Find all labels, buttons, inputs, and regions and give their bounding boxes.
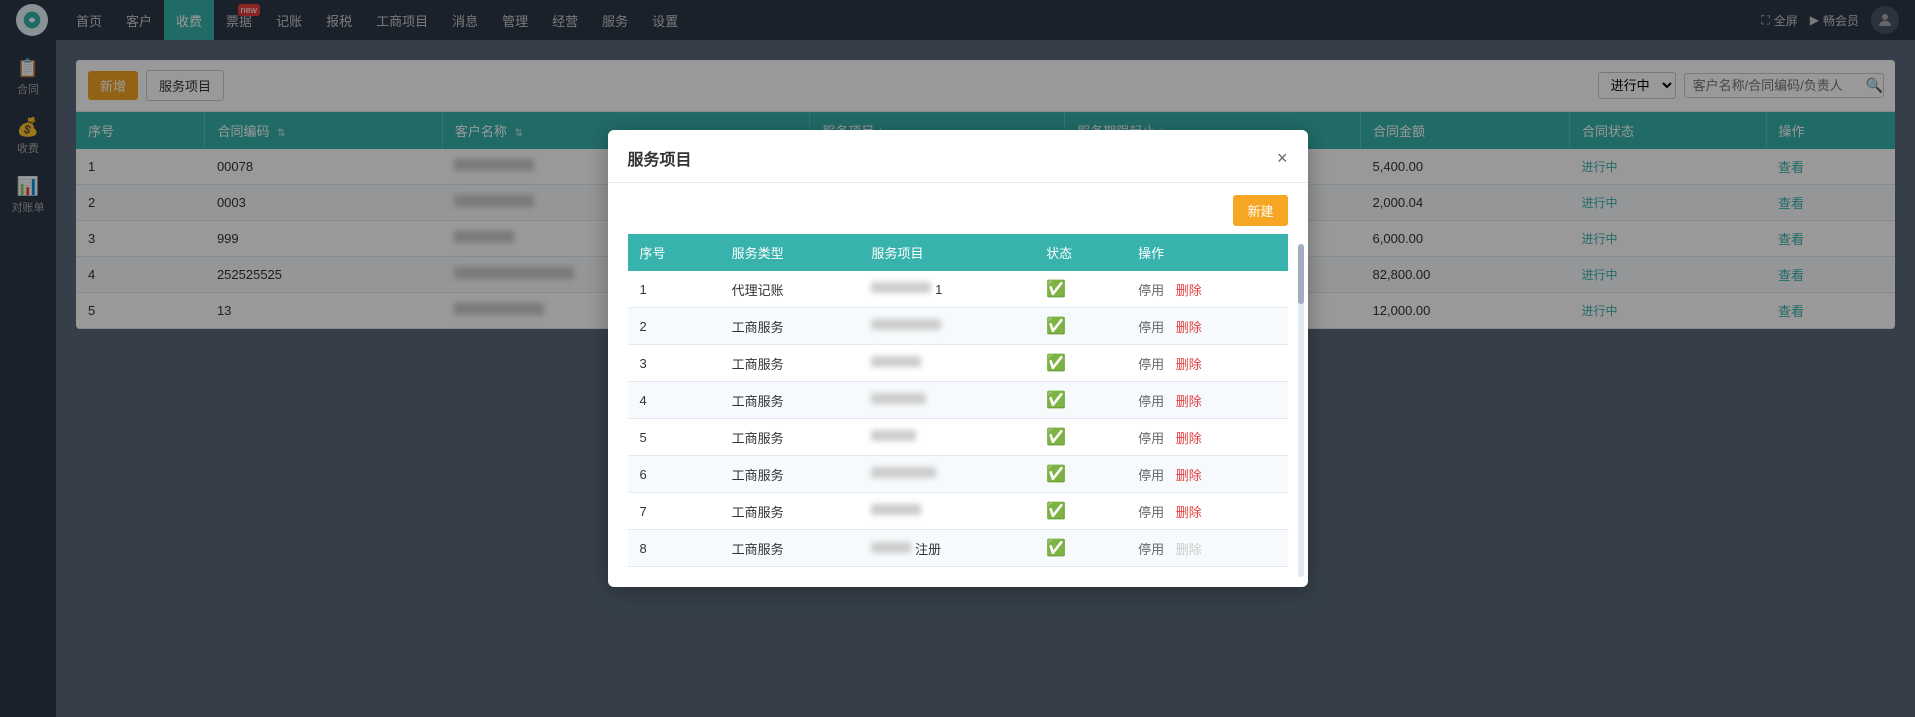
service-row-6: 6 工商服务 ✅ 停用 删除 bbox=[628, 456, 1288, 493]
service-table-header: 序号 服务类型 服务项目 状态 操作 bbox=[628, 234, 1288, 271]
service-row-2: 2 工商服务 ✅ 停用 删除 bbox=[628, 308, 1288, 345]
modal-col-seq: 序号 bbox=[628, 234, 720, 271]
modal-scrollbar-track[interactable] bbox=[1298, 244, 1304, 577]
stop-btn-2[interactable]: 停用 bbox=[1138, 320, 1164, 335]
service-row-4: 4 工商服务 ✅ 停用 删除 bbox=[628, 382, 1288, 419]
stop-btn-6[interactable]: 停用 bbox=[1138, 468, 1164, 483]
modal-scrollbar-thumb[interactable] bbox=[1298, 244, 1304, 304]
service-row-1: 1 代理记账 1 ✅ 停用 删除 bbox=[628, 271, 1288, 308]
delete-btn-4[interactable]: 删除 bbox=[1176, 394, 1202, 409]
service-table-body: 1 代理记账 1 ✅ 停用 删除 2 工商服务 bbox=[628, 271, 1288, 567]
modal-overlay[interactable]: 服务项目 × 新建 序号 服务类型 服务项目 状态 操作 bbox=[0, 0, 1915, 717]
delete-btn-8[interactable]: 删除 bbox=[1176, 542, 1202, 557]
modal-header: 服务项目 × bbox=[608, 130, 1308, 183]
service-row-3: 3 工商服务 ✅ 停用 删除 bbox=[628, 345, 1288, 382]
service-table: 序号 服务类型 服务项目 状态 操作 1 代理记账 1 ✅ bbox=[628, 234, 1288, 567]
delete-btn-2[interactable]: 删除 bbox=[1176, 320, 1202, 335]
delete-btn-3[interactable]: 删除 bbox=[1176, 357, 1202, 372]
stop-btn-1[interactable]: 停用 bbox=[1138, 283, 1164, 298]
stop-btn-5[interactable]: 停用 bbox=[1138, 431, 1164, 446]
modal-title: 服务项目 bbox=[628, 146, 692, 170]
service-row-8: 8 工商服务 注册 ✅ 停用 删除 bbox=[628, 530, 1288, 567]
stop-btn-4[interactable]: 停用 bbox=[1138, 394, 1164, 409]
modal-col-item: 服务项目 bbox=[859, 234, 1034, 271]
modal-close-btn[interactable]: × bbox=[1277, 149, 1288, 167]
stop-btn-3[interactable]: 停用 bbox=[1138, 357, 1164, 372]
stop-btn-7[interactable]: 停用 bbox=[1138, 505, 1164, 520]
service-row-5: 5 工商服务 ✅ 停用 删除 bbox=[628, 419, 1288, 456]
delete-btn-5[interactable]: 删除 bbox=[1176, 431, 1202, 446]
modal-toolbar: 新建 bbox=[608, 183, 1308, 234]
delete-btn-1[interactable]: 删除 bbox=[1176, 283, 1202, 298]
modal-col-action: 操作 bbox=[1126, 234, 1287, 271]
delete-btn-6[interactable]: 删除 bbox=[1176, 468, 1202, 483]
delete-btn-7[interactable]: 删除 bbox=[1176, 505, 1202, 520]
stop-btn-8[interactable]: 停用 bbox=[1138, 542, 1164, 557]
modal-col-status: 状态 bbox=[1034, 234, 1126, 271]
service-items-modal: 服务项目 × 新建 序号 服务类型 服务项目 状态 操作 bbox=[608, 130, 1308, 587]
modal-new-btn[interactable]: 新建 bbox=[1233, 195, 1287, 226]
service-row-7: 7 工商服务 ✅ 停用 删除 bbox=[628, 493, 1288, 530]
modal-body: 序号 服务类型 服务项目 状态 操作 1 代理记账 1 ✅ bbox=[608, 234, 1308, 587]
modal-col-type: 服务类型 bbox=[720, 234, 860, 271]
